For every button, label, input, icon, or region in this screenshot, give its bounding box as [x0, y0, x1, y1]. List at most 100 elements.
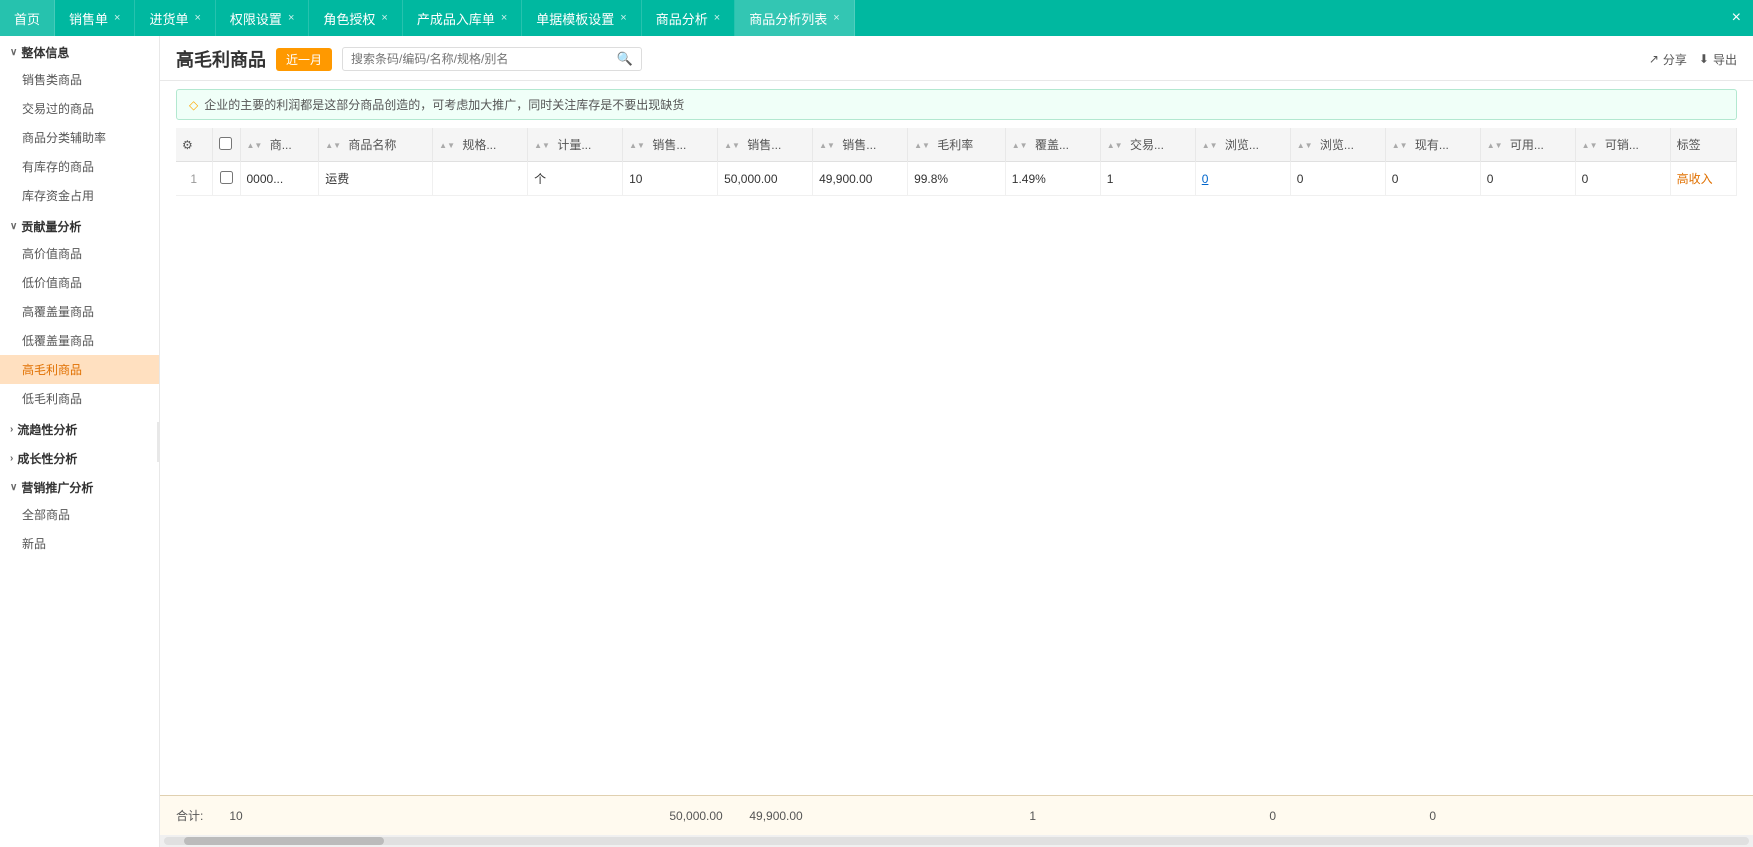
page-title: 高毛利商品	[176, 46, 266, 72]
col-sales-qty[interactable]: ▲▼ 销售...	[623, 128, 718, 162]
search-input[interactable]	[351, 52, 611, 66]
footer-browse2: 0	[1263, 809, 1343, 823]
col-settings[interactable]: ⚙	[176, 128, 212, 162]
cell-transactions: 1	[1100, 162, 1195, 196]
sidebar-item-sales-goods[interactable]: 销售类商品	[0, 65, 159, 94]
search-icon[interactable]: 🔍	[617, 51, 633, 67]
col-transactions[interactable]: ▲▼ 交易...	[1100, 128, 1195, 162]
sidebar-item-high-margin[interactable]: 高毛利商品	[0, 355, 159, 384]
sort-icon: ▲▼	[1012, 142, 1028, 150]
col-spec[interactable]: ▲▼ 规格...	[433, 128, 528, 162]
cell-tag: 高收入	[1670, 162, 1736, 196]
nav-item-sales[interactable]: 销售单 ×	[55, 0, 135, 36]
col-sales-amount[interactable]: ▲▼ 销售...	[718, 128, 813, 162]
sort-icon: ▲▼	[534, 142, 550, 150]
content-area: 高毛利商品 近一月 🔍 ↗ 分享 ⬇ 导出 ◇ 企业的主要的利润都是这部分商品创…	[160, 36, 1753, 847]
footer-sales-profit: 49,900.00	[743, 809, 823, 823]
sidebar-item-low-value[interactable]: 低价值商品	[0, 268, 159, 297]
sort-icon: ▲▼	[1392, 142, 1408, 150]
chevron-right-icon: ›	[10, 424, 13, 435]
col-coverage[interactable]: ▲▼ 覆盖...	[1005, 128, 1100, 162]
cell-name: 运费	[319, 162, 433, 196]
close-icon[interactable]: ×	[288, 12, 294, 24]
cell-gross-margin: 99.8%	[908, 162, 1006, 196]
nav-item-template[interactable]: 单据模板设置 ×	[522, 0, 641, 36]
cell-browse1[interactable]: 0	[1195, 162, 1290, 196]
sort-icon: ▲▼	[247, 142, 263, 150]
col-gross-margin[interactable]: ▲▼ 毛利率	[908, 128, 1006, 162]
col-sales-profit[interactable]: ▲▼ 销售...	[813, 128, 908, 162]
footer-sales-amount: 50,000.00	[663, 809, 743, 823]
sidebar-item-high-coverage[interactable]: 高覆盖量商品	[0, 297, 159, 326]
col-name[interactable]: ▲▼ 商品名称	[319, 128, 433, 162]
share-button[interactable]: ↗ 分享	[1649, 51, 1687, 68]
close-icon[interactable]: ×	[833, 12, 839, 24]
col-tag[interactable]: 标签	[1670, 128, 1736, 162]
close-icon[interactable]: ×	[620, 12, 626, 24]
sidebar-group-overall[interactable]: ∨ 整体信息	[0, 36, 159, 65]
sidebar: 《 ∨ 整体信息 销售类商品 交易过的商品 商品分类辅助率 有库存的商品 库存资…	[0, 36, 160, 847]
table-header-row: ⚙ ▲▼ 商... ▲▼ 商品名称 ▲▼	[176, 128, 1737, 162]
col-code[interactable]: ▲▼ 商...	[240, 128, 319, 162]
footer-stock-available: 0	[1423, 809, 1503, 823]
sidebar-item-new-goods[interactable]: 新品	[0, 529, 159, 558]
cell-stock-sellable: 0	[1575, 162, 1670, 196]
sidebar-item-low-coverage[interactable]: 低覆盖量商品	[0, 326, 159, 355]
sidebar-group-trend[interactable]: › 流趋性分析	[0, 413, 159, 442]
sidebar-item-stock-capital[interactable]: 库存资金占用	[0, 181, 159, 210]
sort-icon: ▲▼	[1107, 142, 1123, 150]
nav-item-warehousing[interactable]: 产成品入库单 ×	[403, 0, 522, 36]
data-table: ⚙ ▲▼ 商... ▲▼ 商品名称 ▲▼	[176, 128, 1737, 196]
sidebar-item-high-value[interactable]: 高价值商品	[0, 239, 159, 268]
sidebar-group-marketing[interactable]: ∨ 营销推广分析	[0, 471, 159, 500]
sidebar-item-category-assist-rate[interactable]: 商品分类辅助率	[0, 123, 159, 152]
close-all-button[interactable]: ×	[1720, 0, 1753, 36]
row-checkbox[interactable]	[220, 171, 233, 184]
footer-gap3	[1343, 809, 1423, 823]
scrollbar-thumb[interactable]	[184, 837, 384, 845]
export-icon: ⬇	[1699, 52, 1709, 66]
col-browse2[interactable]: ▲▼ 浏览...	[1290, 128, 1385, 162]
close-icon[interactable]: ×	[114, 12, 120, 24]
nav-item-roles[interactable]: 角色授权 ×	[309, 0, 402, 36]
sidebar-item-stocked-goods[interactable]: 有库存的商品	[0, 152, 159, 181]
select-all-checkbox[interactable]	[219, 137, 232, 150]
export-button[interactable]: ⬇ 导出	[1699, 51, 1737, 68]
col-stock-sellable[interactable]: ▲▼ 可销...	[1575, 128, 1670, 162]
horizontal-scrollbar[interactable]	[160, 835, 1753, 847]
col-stock-available[interactable]: ▲▼ 可用...	[1480, 128, 1575, 162]
time-filter-button[interactable]: 近一月	[276, 48, 332, 71]
cell-coverage: 1.49%	[1005, 162, 1100, 196]
sort-icon: ▲▼	[325, 142, 341, 150]
sidebar-collapse-button[interactable]: 《	[157, 422, 160, 462]
cell-rownum: 1	[176, 162, 212, 196]
top-nav: 首页 销售单 × 进货单 × 权限设置 × 角色授权 × 产成品入库单 × 单据…	[0, 0, 1753, 36]
footer-transactions: 1	[1023, 809, 1103, 823]
close-icon[interactable]: ×	[194, 12, 200, 24]
sort-icon: ▲▼	[819, 142, 835, 150]
sidebar-item-traded-goods[interactable]: 交易过的商品	[0, 94, 159, 123]
sidebar-group-contribution[interactable]: ∨ 贡献量分析	[0, 210, 159, 239]
nav-item-purchase[interactable]: 进货单 ×	[135, 0, 215, 36]
cell-checkbox[interactable]	[212, 162, 240, 196]
sidebar-group-growth[interactable]: › 成长性分析	[0, 442, 159, 471]
table-row: 1 0000... 运费 个 10 50,000.00 49,900.00 99…	[176, 162, 1737, 196]
col-checkbox[interactable]	[212, 128, 240, 162]
close-icon[interactable]: ×	[501, 12, 507, 24]
nav-item-analysis-list[interactable]: 商品分析列表 ×	[735, 0, 854, 36]
nav-item-home[interactable]: 首页	[0, 0, 55, 36]
sidebar-item-all-goods[interactable]: 全部商品	[0, 500, 159, 529]
sort-icon: ▲▼	[439, 142, 455, 150]
close-icon[interactable]: ×	[381, 12, 387, 24]
nav-item-analysis[interactable]: 商品分析 ×	[642, 0, 735, 36]
col-unit[interactable]: ▲▼ 计量...	[528, 128, 623, 162]
close-icon[interactable]: ×	[714, 12, 720, 24]
col-stock-current[interactable]: ▲▼ 现有...	[1385, 128, 1480, 162]
sort-icon: ▲▼	[1297, 142, 1313, 150]
footer-values: 10 50,000.00 49,900.00 1 0 0	[223, 809, 1737, 823]
col-browse1[interactable]: ▲▼ 浏览...	[1195, 128, 1290, 162]
sidebar-item-low-margin[interactable]: 低毛利商品	[0, 384, 159, 413]
nav-item-permissions[interactable]: 权限设置 ×	[216, 0, 309, 36]
footer-total: 合计: 10 50,000.00 49,900.00 1 0 0	[160, 795, 1753, 835]
footer-label: 合计:	[176, 807, 203, 824]
